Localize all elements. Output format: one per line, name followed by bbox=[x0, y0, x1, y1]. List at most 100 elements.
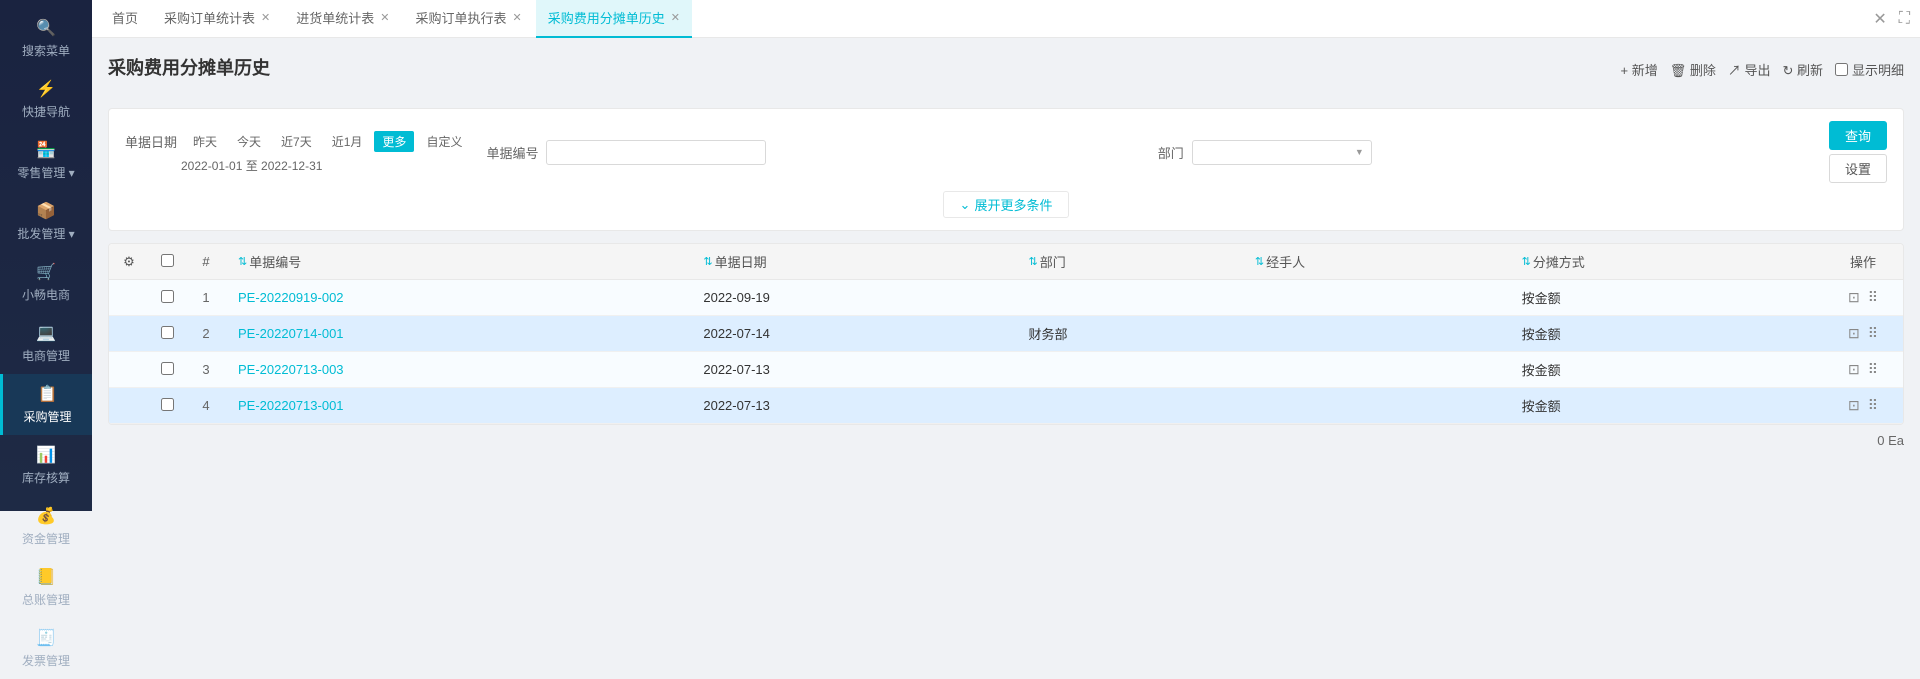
dept-select[interactable] bbox=[1192, 140, 1372, 165]
doc-link-0[interactable]: PE-20220919-002 bbox=[238, 290, 344, 305]
display-toggle[interactable]: 显示明细 bbox=[1835, 60, 1904, 79]
edit-icon-2[interactable]: ⊡ bbox=[1848, 361, 1860, 378]
row-doc-no-0[interactable]: PE-20220919-002 bbox=[226, 280, 691, 316]
tab-close-stock-in-stats[interactable]: ✕ bbox=[380, 11, 389, 24]
dept-label: 部门 bbox=[1158, 143, 1184, 162]
row-doc-no-3[interactable]: PE-20220713-001 bbox=[226, 388, 691, 424]
tab-purchase-cost-history[interactable]: 采购费用分摊单历史✕ bbox=[536, 0, 692, 38]
more-icon-3[interactable]: ⠿ bbox=[1868, 397, 1878, 414]
ecommerce-icon: 💻 bbox=[36, 323, 56, 343]
date-option-近1月[interactable]: 近1月 bbox=[324, 131, 371, 152]
row-check-0[interactable] bbox=[161, 290, 174, 303]
sidebar-item-accounting[interactable]: 📒 总账管理 bbox=[0, 557, 92, 618]
edit-icon-1[interactable]: ⊡ bbox=[1848, 325, 1860, 342]
query-button[interactable]: 查询 bbox=[1829, 121, 1887, 150]
col-split-method[interactable]: 分摊方式 bbox=[1510, 244, 1823, 280]
tab-bar: 首页采购订单统计表✕进货单统计表✕采购订单执行表✕采购费用分摊单历史✕ ✕ ⛶ bbox=[92, 0, 1920, 38]
row-date-3: 2022-07-13 bbox=[691, 388, 1016, 424]
edit-icon-3[interactable]: ⊡ bbox=[1848, 397, 1860, 414]
tab-stock-in-stats[interactable]: 进货单统计表 ✕ bbox=[284, 0, 401, 38]
date-option-近7天[interactable]: 近7天 bbox=[273, 131, 320, 152]
sidebar-label-inventory: 库存核算 bbox=[22, 469, 70, 486]
doc-link-2[interactable]: PE-20220713-003 bbox=[238, 362, 344, 377]
maximize-window-btn[interactable]: ⛶ bbox=[1897, 8, 1912, 30]
sidebar-item-mini-shop[interactable]: 🛒 小畅电商 bbox=[0, 252, 92, 313]
tab-close-purchase-order-stats[interactable]: ✕ bbox=[261, 11, 270, 24]
sort-handler[interactable]: 经手人 bbox=[1255, 252, 1305, 271]
add-button[interactable]: + 新增 bbox=[1621, 60, 1658, 79]
display-toggle-checkbox[interactable] bbox=[1835, 63, 1848, 76]
data-table: ⚙ # 单据编号 单据日期 部门 经手人 分摊方式 操作 bbox=[109, 244, 1903, 424]
table-row: 4 PE-20220713-001 2022-07-13 按金额 ⊡ ⠿ bbox=[109, 388, 1903, 424]
row-num-0: 1 bbox=[186, 280, 226, 316]
col-checkbox bbox=[149, 244, 186, 280]
row-check-3[interactable] bbox=[161, 398, 174, 411]
doc-link-1[interactable]: PE-20220714-001 bbox=[238, 326, 344, 341]
sidebar-item-quick-nav[interactable]: ⚡ 快捷导航 bbox=[0, 69, 92, 130]
more-icon-2[interactable]: ⠿ bbox=[1868, 361, 1878, 378]
content-area: 采购费用分摊单历史 + 新增 🗑 删除 ↗ 导出 ↻ 刷新 显示明细 单据日期 bbox=[92, 38, 1920, 511]
sort-doc-date[interactable]: 单据日期 bbox=[703, 252, 766, 271]
row-handler-2 bbox=[1243, 352, 1510, 388]
more-icon-0[interactable]: ⠿ bbox=[1868, 289, 1878, 306]
tab-close-purchase-order-exec[interactable]: ✕ bbox=[513, 11, 522, 24]
sidebar-item-wholesale[interactable]: 📦 批发管理 ▾ bbox=[0, 191, 92, 252]
col-doc-no[interactable]: 单据编号 bbox=[226, 244, 691, 280]
tab-label-purchase-order-exec: 采购订单执行表 bbox=[415, 8, 506, 27]
col-settings[interactable]: ⚙ bbox=[109, 244, 149, 280]
refresh-button[interactable]: ↻ 刷新 bbox=[1782, 60, 1823, 79]
row-doc-no-2[interactable]: PE-20220713-003 bbox=[226, 352, 691, 388]
select-all-checkbox[interactable] bbox=[161, 254, 174, 267]
row-checkbox-3[interactable] bbox=[149, 388, 186, 424]
more-icon-1[interactable]: ⠿ bbox=[1868, 325, 1878, 342]
row-num-3: 4 bbox=[186, 388, 226, 424]
sort-doc-no[interactable]: 单据编号 bbox=[238, 252, 301, 271]
row-split-1: 按金额 bbox=[1510, 316, 1823, 352]
row-check-2[interactable] bbox=[161, 362, 174, 375]
date-range-display: 2022-01-01 至 2022-12-31 bbox=[181, 157, 470, 174]
table-container: ⚙ # 单据编号 单据日期 部门 经手人 分摊方式 操作 bbox=[108, 243, 1904, 425]
date-option-昨天[interactable]: 昨天 bbox=[185, 131, 225, 152]
col-doc-date[interactable]: 单据日期 bbox=[691, 244, 1016, 280]
export-button[interactable]: ↗ 导出 bbox=[1728, 60, 1771, 79]
doc-link-3[interactable]: PE-20220713-001 bbox=[238, 398, 344, 413]
date-option-今天[interactable]: 今天 bbox=[229, 131, 269, 152]
sidebar-label-mini-shop: 小畅电商 bbox=[22, 286, 70, 303]
sort-split-method[interactable]: 分摊方式 bbox=[1522, 252, 1585, 271]
tab-label-home: 首页 bbox=[112, 8, 138, 27]
edit-icon-0[interactable]: ⊡ bbox=[1848, 289, 1860, 306]
row-doc-no-1[interactable]: PE-20220714-001 bbox=[226, 316, 691, 352]
close-window-btn[interactable]: ✕ bbox=[1871, 7, 1888, 31]
row-checkbox-2[interactable] bbox=[149, 352, 186, 388]
expand-conditions-btn[interactable]: ⌄ 展开更多条件 bbox=[943, 191, 1070, 218]
filter-area: 单据日期 昨天今天近7天近1月更多自定义 2022-01-01 至 2022-1… bbox=[108, 108, 1904, 231]
sidebar-item-retail[interactable]: 🏪 零售管理 ▾ bbox=[0, 130, 92, 191]
row-checkbox-1[interactable] bbox=[149, 316, 186, 352]
tab-label-stock-in-stats: 进货单统计表 bbox=[296, 8, 374, 27]
doc-no-input[interactable] bbox=[546, 140, 766, 165]
col-handler[interactable]: 经手人 bbox=[1243, 244, 1510, 280]
row-check-1[interactable] bbox=[161, 326, 174, 339]
tab-purchase-order-stats[interactable]: 采购订单统计表✕ bbox=[152, 0, 282, 38]
delete-button[interactable]: 🗑 删除 bbox=[1670, 60, 1716, 79]
mini-shop-icon: 🛒 bbox=[36, 262, 56, 282]
sidebar-item-purchase[interactable]: 📋 采购管理 bbox=[0, 374, 92, 435]
tab-close-purchase-cost-history[interactable]: ✕ bbox=[671, 11, 680, 24]
sidebar-item-ecommerce[interactable]: 💻 电商管理 bbox=[0, 313, 92, 374]
date-option-更多[interactable]: 更多 bbox=[374, 131, 414, 152]
tab-home[interactable]: 首页 bbox=[100, 0, 150, 38]
sort-dept[interactable]: 部门 bbox=[1028, 252, 1065, 271]
sidebar-label-accounting: 总账管理 bbox=[22, 591, 70, 608]
date-option-自定义[interactable]: 自定义 bbox=[418, 131, 470, 152]
sidebar-item-search[interactable]: 🔍 搜索菜单 bbox=[0, 8, 92, 69]
sidebar-item-inventory[interactable]: 📊 库存核算 bbox=[0, 435, 92, 496]
tab-purchase-order-exec[interactable]: 采购订单执行表 ✕ bbox=[403, 0, 533, 38]
sidebar-item-invoice[interactable]: 🧾 发票管理 bbox=[0, 618, 92, 679]
row-checkbox-0[interactable] bbox=[149, 280, 186, 316]
sidebar-label-purchase: 采购管理 bbox=[23, 408, 71, 425]
row-handler-0 bbox=[1243, 280, 1510, 316]
setting-button[interactable]: 设置 bbox=[1829, 154, 1887, 183]
sidebar-item-finance[interactable]: 💰 资金管理 bbox=[0, 496, 92, 557]
expand-row: ⌄ 展开更多条件 bbox=[125, 191, 1887, 218]
col-dept[interactable]: 部门 bbox=[1016, 244, 1242, 280]
